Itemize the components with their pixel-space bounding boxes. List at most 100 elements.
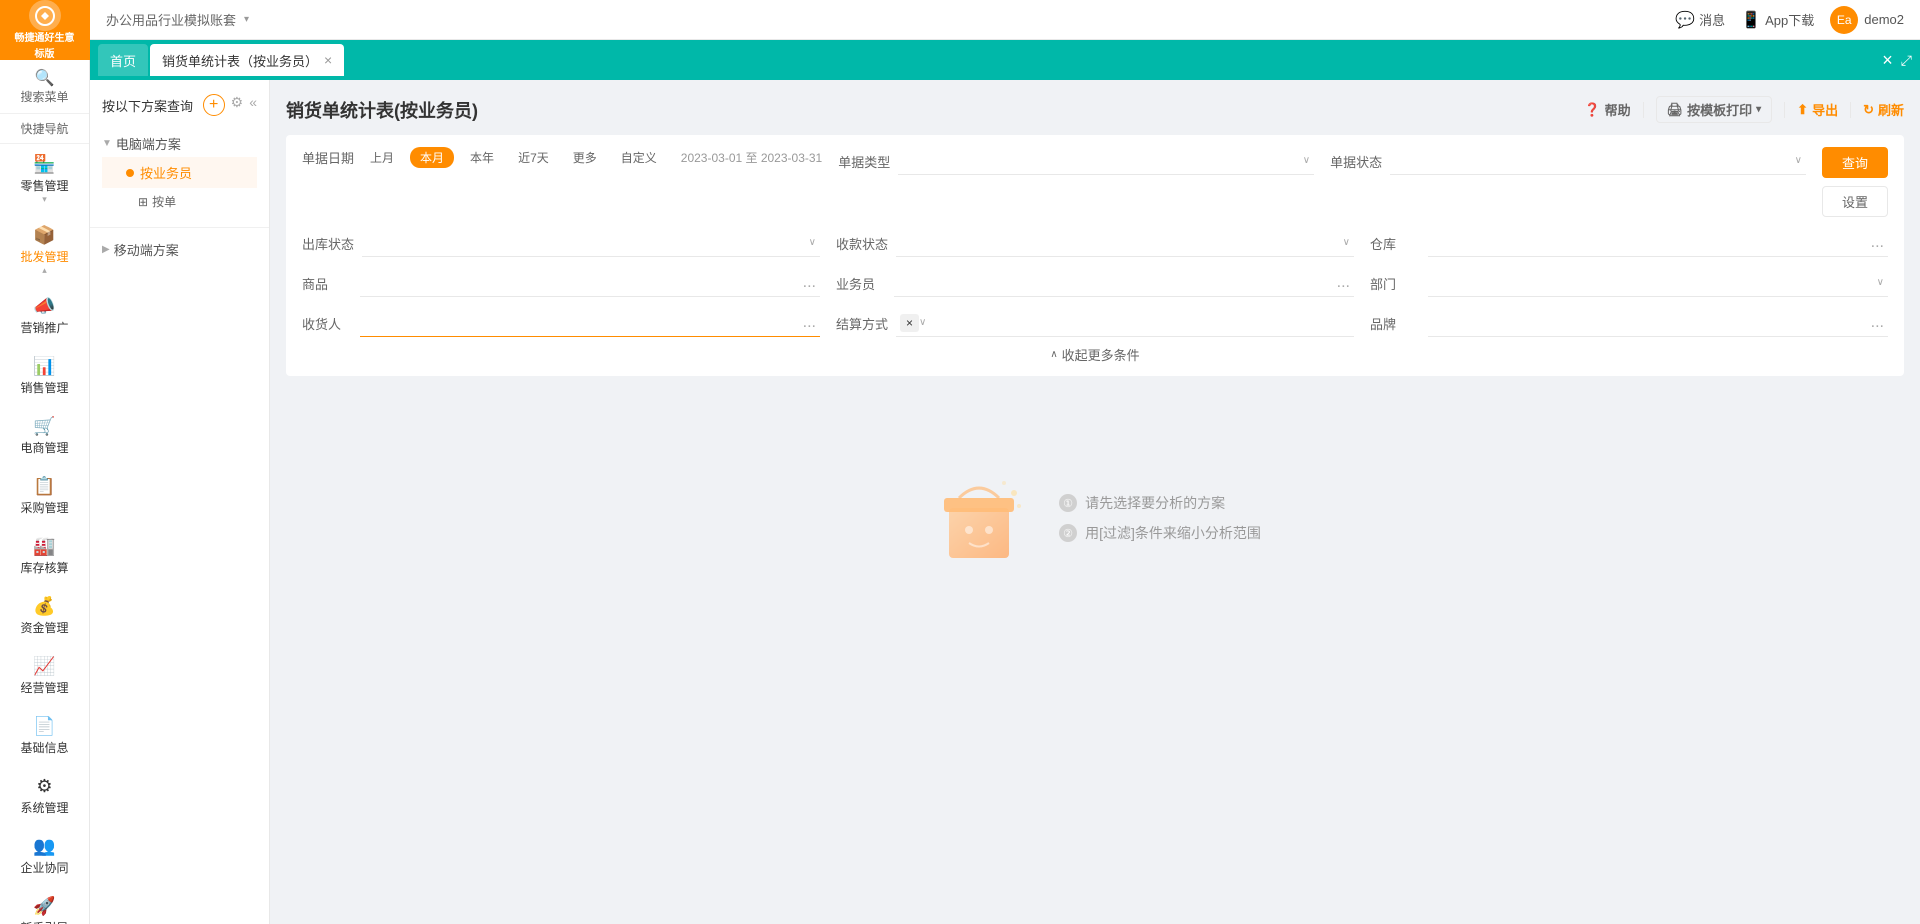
brand-field[interactable]: ... xyxy=(1428,309,1888,337)
refresh-label: 刷新 xyxy=(1878,100,1904,119)
sidebar-item-guide[interactable]: 🚀 新手引导 xyxy=(0,886,89,924)
sidebar-item-retail-label: 零售管理 xyxy=(20,177,68,194)
message-btn[interactable]: 💬 消息 xyxy=(1675,10,1725,30)
goods-label: 商品 xyxy=(302,274,352,293)
tab-sales-stats-label: 销货单统计表（按业务员） xyxy=(162,51,318,70)
sidebar-item-marketing-label: 营销推广 xyxy=(20,319,68,336)
sidebar-item-finance[interactable]: 💰 资金管理 xyxy=(0,586,89,646)
user-name: demo2 xyxy=(1864,12,1904,27)
query-button[interactable]: 查询 xyxy=(1822,147,1888,178)
sales-icon: 📊 xyxy=(33,356,55,377)
settlement-arrow: ∨ xyxy=(919,317,926,328)
doc-status-field[interactable]: ∨ xyxy=(1390,147,1806,175)
mobile-scheme-header[interactable]: ▶ 移动端方案 xyxy=(102,236,257,263)
receiver-field[interactable]: ... xyxy=(360,309,820,337)
payment-status-group: 收款状态 ∨ xyxy=(836,229,1354,257)
refresh-icon: ↻ xyxy=(1863,102,1874,118)
tab-home[interactable]: 首页 xyxy=(98,44,148,76)
goods-field[interactable]: ... xyxy=(360,269,820,297)
wholesale-icon: 📦 xyxy=(33,225,55,246)
department-group: 部门 ∨ xyxy=(1370,269,1888,297)
export-icon: ⬆ xyxy=(1797,102,1808,118)
window-maximize-btn[interactable]: ⤢ xyxy=(1901,52,1912,69)
help-icon: ❓ xyxy=(1584,102,1600,118)
date-more[interactable]: 更多 xyxy=(565,147,605,168)
payment-status-field[interactable]: ∨ xyxy=(896,229,1354,257)
add-scheme-btn[interactable]: + xyxy=(203,94,225,116)
left-panel-header: 按以下方案查询 + ⚙ « xyxy=(90,88,269,122)
collapse-label: 收起更多条件 xyxy=(1062,345,1140,364)
date-this-month[interactable]: 本月 xyxy=(410,147,454,168)
search-menu[interactable]: 🔍 搜索菜单 xyxy=(0,60,89,114)
export-btn[interactable]: ⬆ 导出 xyxy=(1797,100,1838,119)
settings-button[interactable]: 设置 xyxy=(1822,186,1888,217)
salesperson-field[interactable]: ... xyxy=(894,269,1354,297)
date-options: 上月 本月 本年 近7天 更多 自定义 xyxy=(362,147,665,168)
sidebar-item-operations[interactable]: 📈 经营管理 xyxy=(0,646,89,706)
scheme-item-by-salesperson[interactable]: 按业务员 xyxy=(102,157,257,188)
date-last-7-days[interactable]: 近7天 xyxy=(510,147,557,168)
date-custom[interactable]: 自定义 xyxy=(613,147,665,168)
window-close-btn[interactable]: × xyxy=(1882,50,1893,71)
workspace-title: 办公用品行业模拟账套 xyxy=(106,10,236,29)
help-label: 帮助 xyxy=(1605,100,1631,119)
sidebar-item-system[interactable]: ⚙ 系统管理 xyxy=(0,766,89,826)
print-template-btn[interactable]: 🖨 按模板打印 ▾ xyxy=(1656,96,1773,123)
sidebar-item-sales[interactable]: 📊 销售管理 xyxy=(0,346,89,406)
out-status-arrow: ∨ xyxy=(809,237,816,248)
collapse-filters-btn[interactable]: ∧ 收起更多条件 xyxy=(302,345,1888,364)
sidebar-item-retail[interactable]: 🏪 零售管理 ▾ xyxy=(0,144,89,215)
warehouse-field[interactable]: ... xyxy=(1428,229,1888,257)
tab-bar: 首页 销货单统计表（按业务员） × × ⤢ xyxy=(90,40,1920,80)
brand-group: 品牌 ... xyxy=(1370,309,1888,337)
sidebar-item-ecommerce[interactable]: 🛒 电商管理 xyxy=(0,406,89,466)
quick-nav[interactable]: 快捷导航 xyxy=(0,114,89,144)
sidebar-item-basic[interactable]: 📄 基础信息 xyxy=(0,706,89,766)
collapse-arrow-icon: ∧ xyxy=(1050,349,1057,360)
scheme-sub-item-by-order[interactable]: ⊞ 按单 xyxy=(102,188,257,215)
enterprise-icon: 👥 xyxy=(33,836,55,857)
doc-type-field[interactable]: ∨ xyxy=(898,147,1314,175)
date-last-month[interactable]: 上月 xyxy=(362,147,402,168)
marketing-icon: 📣 xyxy=(33,296,55,317)
sidebar-item-enterprise[interactable]: 👥 企业协同 xyxy=(0,826,89,886)
goods-group: 商品 ... xyxy=(302,269,820,297)
help-btn[interactable]: ❓ 帮助 xyxy=(1584,100,1630,119)
settlement-label: 结算方式 xyxy=(836,314,888,333)
department-field[interactable]: ∨ xyxy=(1428,269,1888,297)
out-status-field[interactable]: ∨ xyxy=(362,229,820,257)
pc-scheme-group-header[interactable]: ▼ 电脑端方案 xyxy=(102,130,257,157)
empty-text-area: ① 请先选择要分析的方案 ② 用[过滤]条件来缩小分析范围 xyxy=(1059,493,1261,543)
user-menu[interactable]: Ea demo2 xyxy=(1830,6,1904,34)
date-this-year[interactable]: 本年 xyxy=(462,147,502,168)
scheme-item-by-salesperson-label: 按业务员 xyxy=(140,163,192,182)
avatar-text: Ea xyxy=(1837,13,1852,27)
message-icon: 💬 xyxy=(1675,10,1695,30)
refresh-btn[interactable]: ↻ 刷新 xyxy=(1863,100,1904,119)
settings-scheme-btn[interactable]: ⚙ xyxy=(231,94,244,116)
tab-sales-stats[interactable]: 销货单统计表（按业务员） × xyxy=(150,44,344,76)
right-content: 销货单统计表(按业务员) ❓ 帮助 🖨 按模板打印 ▾ ⬆ xyxy=(270,80,1920,924)
message-label: 消息 xyxy=(1699,10,1725,29)
settlement-tag-close[interactable]: × xyxy=(906,316,913,330)
sidebar-item-purchase[interactable]: 📋 采购管理 xyxy=(0,466,89,526)
salesperson-label: 业务员 xyxy=(836,274,886,293)
settlement-field[interactable]: × ∨ xyxy=(896,309,1354,337)
doc-type-arrow: ∨ xyxy=(1303,155,1310,166)
app-download-label: App下载 xyxy=(1765,10,1814,29)
collapse-panel-btn[interactable]: « xyxy=(249,94,257,116)
sidebar-item-inventory[interactable]: 🏭 库存核算 xyxy=(0,526,89,586)
sidebar-item-wholesale[interactable]: 📦 批发管理 ▴ xyxy=(0,215,89,286)
tab-close-icon[interactable]: × xyxy=(324,52,332,68)
warehouse-dots: ... xyxy=(1871,234,1884,252)
app-download-btn[interactable]: 📱 App下载 xyxy=(1741,10,1814,30)
workspace-selector[interactable]: 办公用品行业模拟账套 ▾ xyxy=(106,10,249,29)
mobile-section-label: 移动端方案 xyxy=(114,240,179,259)
doc-type-group: 单据类型 ∨ xyxy=(838,147,1314,175)
guide-icon: 🚀 xyxy=(33,896,55,917)
sidebar-item-marketing[interactable]: 📣 营销推广 xyxy=(0,286,89,346)
sidebar-item-finance-label: 资金管理 xyxy=(20,619,68,636)
step1-num: ① xyxy=(1059,494,1077,512)
app-subtitle: 标版 xyxy=(35,45,55,60)
sidebar-item-sales-label: 销售管理 xyxy=(20,379,68,396)
